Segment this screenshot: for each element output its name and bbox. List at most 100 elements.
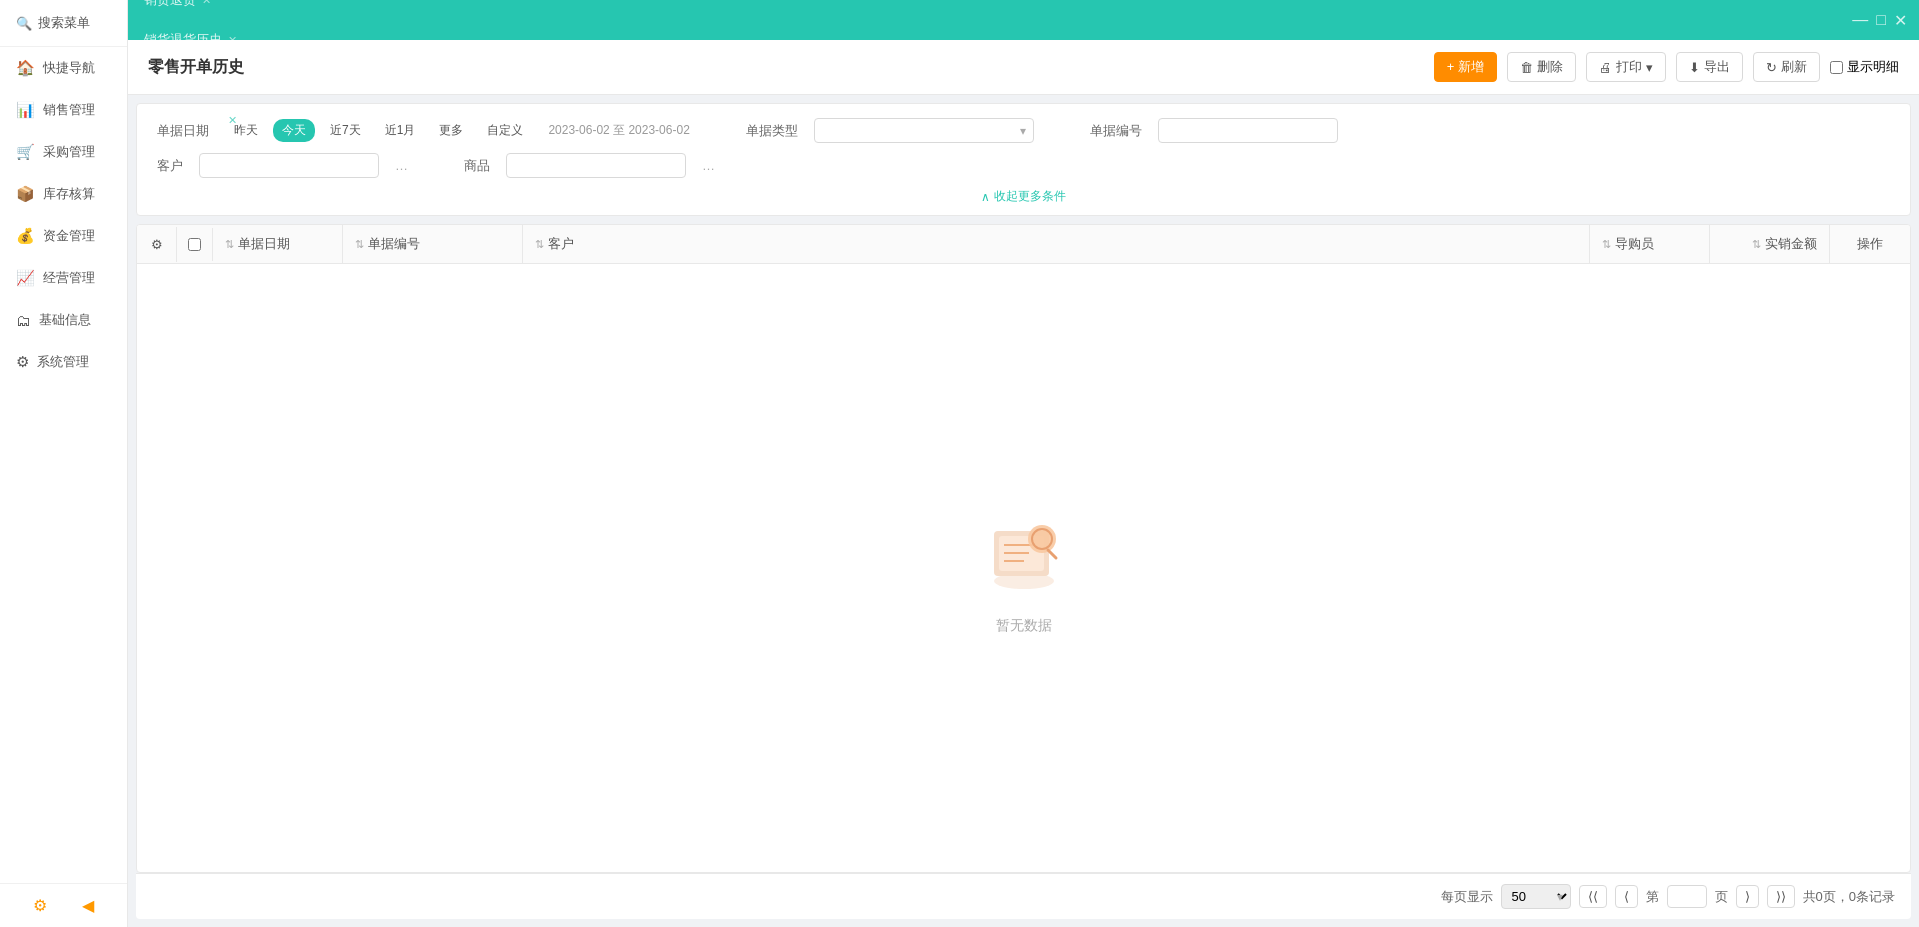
display-detail-toggle[interactable]: 显示明细 <box>1830 58 1899 76</box>
nav-label-purchase-mgmt: 采购管理 <box>43 143 95 161</box>
sidebar-search[interactable]: 🔍 搜索菜单 <box>0 0 127 47</box>
tab-label-sales-return: 销货退货 <box>144 0 196 9</box>
first-page-btn[interactable]: ⟨⟨ <box>1579 885 1607 908</box>
tab-close-retail-open-history[interactable]: ✕ <box>228 114 237 127</box>
sort-amount-icon[interactable]: ⇅ <box>1752 238 1761 251</box>
empty-state: 暂无数据 <box>137 264 1910 872</box>
type-select[interactable] <box>814 118 1034 143</box>
empty-text: 暂无数据 <box>996 617 1052 635</box>
date-btn-近1月[interactable]: 近1月 <box>376 119 425 142</box>
sidebar-item-quick-nav[interactable]: 🏠 快捷导航 <box>0 47 127 89</box>
collapse-filter-btn[interactable]: ∧ 收起更多条件 <box>157 188 1890 205</box>
sidebar-item-operations[interactable]: 📈经营管理 <box>0 257 127 299</box>
goods-filter-label: 商品 <box>464 157 490 175</box>
settings-icon[interactable]: ⚙ <box>33 896 47 915</box>
sidebar-nav: 🏠 快捷导航 📊销售管理 🛒 采购管理 📦 库存核算 💰资金管理📈经营管理 🗂 基础信息 ⚙系统管理 <box>0 47 127 383</box>
nav-icon-quick-nav: 🏠 <box>16 59 35 77</box>
last-page-btn[interactable]: ⟩⟩ <box>1767 885 1795 908</box>
sidebar-item-sales-mgmt[interactable]: 📊销售管理 <box>0 89 127 131</box>
sidebar-item-basic-info[interactable]: 🗂 基础信息 <box>0 299 127 341</box>
tab-close-sales-return-history[interactable]: ✕ <box>228 34 237 47</box>
th-settings[interactable]: ⚙ <box>137 227 177 262</box>
sort-num-icon[interactable]: ⇅ <box>355 238 364 251</box>
tab-close-sales-return[interactable]: ✕ <box>202 0 211 7</box>
tab-sales-return[interactable]: 销货退货 ✕ <box>128 0 253 20</box>
sidebar-item-finance[interactable]: 💰资金管理 <box>0 215 127 257</box>
tab-bar: 首页销售订单✕销货退货✕销货退货历史✕零售开单✕零售开单历史✕ — □ ✕ <box>128 0 1919 40</box>
th-customer: ⇅ 客户 <box>523 225 1590 263</box>
nav-label-sales-mgmt: 销售管理 <box>43 101 95 119</box>
nav-label-basic-info: 基础信息 <box>39 311 91 329</box>
nav-icon-basic-info: 🗂 <box>16 312 31 329</box>
total-info: 共0页，0条记录 <box>1803 888 1895 906</box>
sidebar-item-inventory[interactable]: 📦 库存核算 <box>0 173 127 215</box>
delete-button[interactable]: 🗑 删除 <box>1507 52 1576 82</box>
filter-area: 单据日期 昨天今天近7天近1月更多自定义 2023-06-02 至 2023-0… <box>136 103 1911 216</box>
collapse-sidebar-icon[interactable]: ◀ <box>82 896 94 915</box>
tab-bar-right: — □ ✕ <box>1852 11 1919 30</box>
print-button[interactable]: 🖨 打印 ▾ <box>1586 52 1666 82</box>
window-close[interactable]: ✕ <box>1894 11 1907 30</box>
th-guide: ⇅ 导购员 <box>1590 225 1710 263</box>
delete-icon: 🗑 <box>1520 60 1533 75</box>
date-btn-自定义[interactable]: 自定义 <box>478 119 532 142</box>
sidebar: 🔍 搜索菜单 🏠 快捷导航 📊销售管理 🛒 采购管理 📦 库存核算 💰资金管理📈经营管理 🗂 基础… <box>0 0 128 927</box>
nav-icon-operations: 📈 <box>16 269 35 287</box>
window-minimize[interactable]: — <box>1852 11 1868 29</box>
sort-customer-icon[interactable]: ⇅ <box>535 238 544 251</box>
settings-cols-icon: ⚙ <box>151 237 163 252</box>
refresh-button[interactable]: ↻ 刷新 <box>1753 52 1820 82</box>
date-filter-label: 单据日期 <box>157 122 209 140</box>
current-page-input[interactable]: 1 <box>1667 885 1707 908</box>
table-header: ⚙ ⇅ 单据日期 ⇅ 单据编号 ⇅ 客户 ⇅ <box>137 225 1910 264</box>
sidebar-bottom: ⚙ ◀ <box>0 883 127 927</box>
goods-filter-input[interactable] <box>506 153 686 178</box>
select-all-checkbox[interactable] <box>188 238 201 251</box>
date-btn-今天[interactable]: 今天 <box>273 119 315 142</box>
th-date: ⇅ 单据日期 <box>213 225 343 263</box>
sidebar-item-sys-mgmt[interactable]: ⚙系统管理 <box>0 341 127 383</box>
customer-filter-input[interactable] <box>199 153 379 178</box>
nav-icon-inventory: 📦 <box>16 185 35 203</box>
nav-icon-purchase-mgmt: 🛒 <box>16 143 35 161</box>
customer-filter-label: 客户 <box>157 157 183 175</box>
date-range-display: 2023-06-02 至 2023-06-02 <box>548 122 689 139</box>
date-filter: 昨天今天近7天近1月更多自定义 <box>225 119 532 142</box>
add-button[interactable]: + 新增 <box>1434 52 1497 82</box>
page-header: 零售开单历史 + 新增 🗑 删除 🖨 打印 ▾ ⬇ 导出 ↻ <box>128 40 1919 95</box>
customer-dots[interactable]: … <box>395 158 408 173</box>
filter-row-1: 单据日期 昨天今天近7天近1月更多自定义 2023-06-02 至 2023-0… <box>157 118 1890 143</box>
sort-date-icon[interactable]: ⇅ <box>225 238 234 251</box>
per-page-select[interactable]: 102050100 <box>1501 884 1571 909</box>
export-button[interactable]: ⬇ 导出 <box>1676 52 1743 82</box>
date-btn-近7天[interactable]: 近7天 <box>321 119 370 142</box>
th-checkbox[interactable] <box>177 228 213 261</box>
refresh-icon: ↻ <box>1766 60 1777 75</box>
sidebar-item-purchase-mgmt[interactable]: 🛒 采购管理 <box>0 131 127 173</box>
svg-line-8 <box>1048 550 1056 558</box>
tab-close-retail-open[interactable]: ✕ <box>202 74 211 87</box>
nav-label-quick-nav: 快捷导航 <box>43 59 95 77</box>
type-filter-label: 单据类型 <box>746 122 798 140</box>
nav-label-sys-mgmt: 系统管理 <box>37 353 89 371</box>
main-area: 首页销售订单✕销货退货✕销货退货历史✕零售开单✕零售开单历史✕ — □ ✕ 零售… <box>128 0 1919 927</box>
print-icon: 🖨 <box>1599 60 1612 75</box>
search-icon: 🔍 <box>16 16 32 31</box>
date-btn-更多[interactable]: 更多 <box>430 119 472 142</box>
per-page-label: 每页显示 <box>1441 888 1493 906</box>
page-label: 页 <box>1715 888 1728 906</box>
empty-icon <box>974 501 1074 601</box>
th-amount: ⇅ 实销金额 <box>1710 225 1830 263</box>
prev-page-btn[interactable]: ⟨ <box>1615 885 1638 908</box>
nav-label-inventory: 库存核算 <box>43 185 95 203</box>
goods-dots[interactable]: … <box>702 158 715 173</box>
num-filter-input[interactable] <box>1158 118 1338 143</box>
content-area: 零售开单历史 + 新增 🗑 删除 🖨 打印 ▾ ⬇ 导出 ↻ <box>128 40 1919 927</box>
display-detail-checkbox[interactable] <box>1830 61 1843 74</box>
window-maximize[interactable]: □ <box>1876 11 1886 29</box>
sort-guide-icon[interactable]: ⇅ <box>1602 238 1611 251</box>
filter-row-2: 客户 … 商品 … <box>157 153 1890 178</box>
nav-label-finance: 资金管理 <box>43 227 95 245</box>
next-page-btn[interactable]: ⟩ <box>1736 885 1759 908</box>
pagination-area: 每页显示 102050100 ⟨⟨ ⟨ 第 1 页 ⟩ ⟩⟩ 共0页，0条记录 <box>136 873 1911 919</box>
